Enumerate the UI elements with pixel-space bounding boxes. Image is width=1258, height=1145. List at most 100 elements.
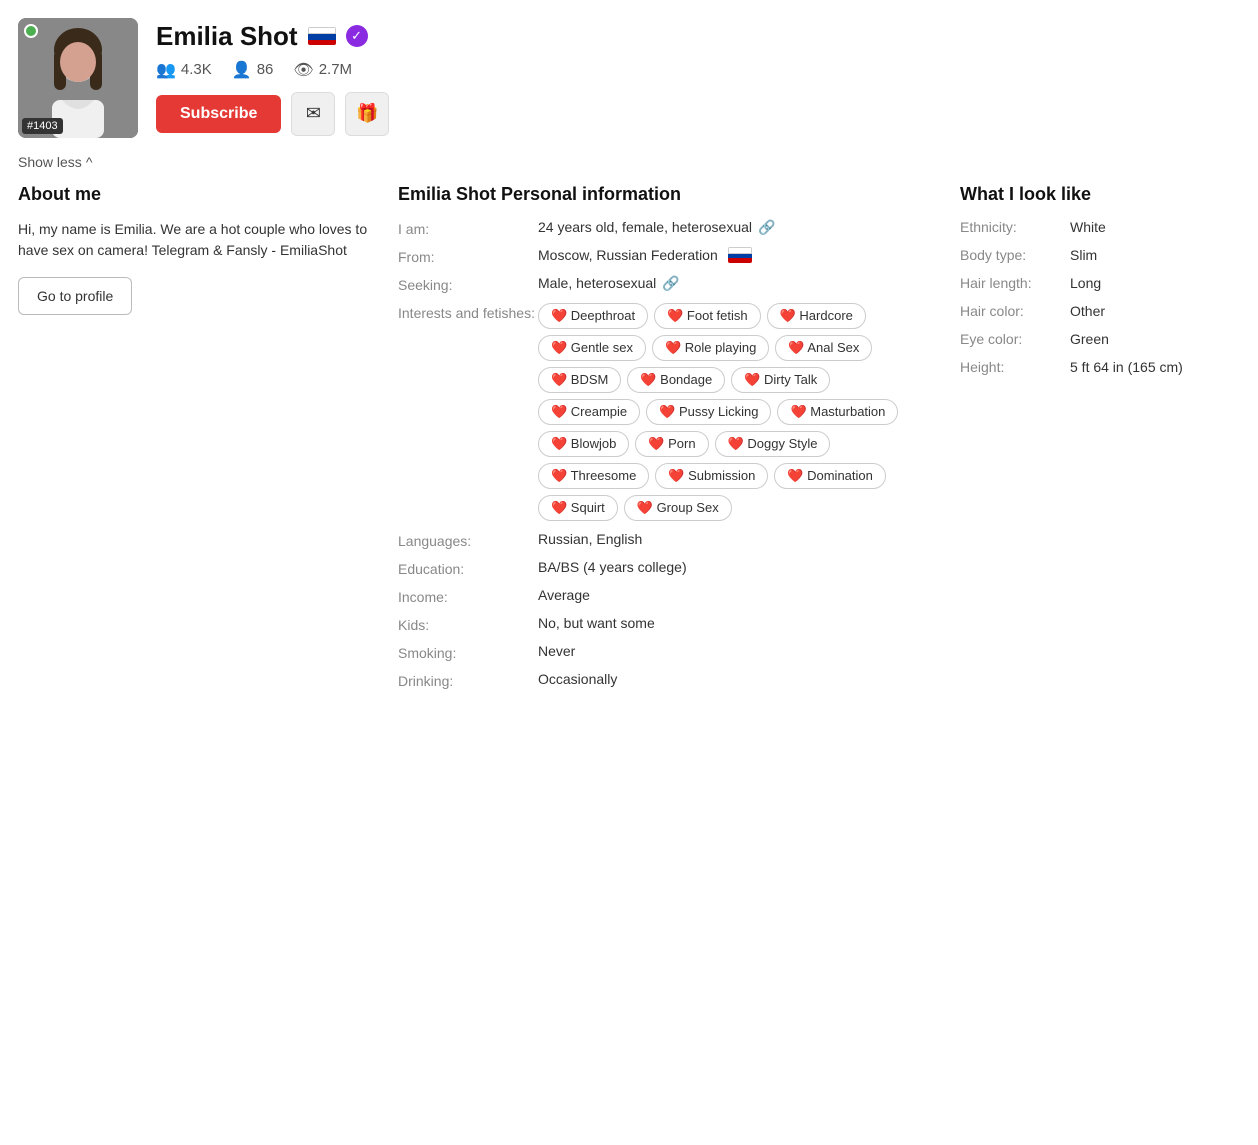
personal-section: Emilia Shot Personal information I am: 2… (398, 184, 960, 699)
kids-label: Kids: (398, 615, 538, 633)
drinking-label: Drinking: (398, 671, 538, 689)
avatar-wrap: #1403 (18, 18, 138, 138)
about-title: About me (18, 184, 368, 205)
show-less-button[interactable]: Show less ^ (0, 148, 1258, 184)
ethnicity-label: Ethnicity: (960, 219, 1070, 235)
profile-name: Emilia Shot (156, 21, 298, 52)
body-type-row: Body type: Slim (960, 247, 1240, 263)
fetish-tag: ❤️ Gentle sex (538, 335, 646, 361)
chevron-up-icon: ^ (86, 154, 93, 170)
fetish-tag: ❤️ Anal Sex (775, 335, 872, 361)
flag-russia (308, 27, 336, 45)
fetish-tag: ❤️ BDSM (538, 367, 621, 393)
profile-header: #1403 Emilia Shot ✓ 👥 4.3K 👤 86 👁 2.7M (0, 0, 1258, 148)
hair-length-value: Long (1070, 275, 1101, 291)
languages-value: Russian, English (538, 531, 930, 547)
fetish-tag: ❤️ Hardcore (767, 303, 866, 329)
fetish-tag: ❤️ Porn (635, 431, 708, 457)
following-stat: 👤 86 (232, 60, 274, 80)
i-am-value: 24 years old, female, heterosexual 🔗 (538, 219, 930, 236)
about-text: Hi, my name is Emilia. We are a hot coup… (18, 219, 368, 261)
fetish-tag: ❤️ Threesome (538, 463, 649, 489)
followers-icon: 👥 (156, 60, 176, 80)
ethnicity-row: Ethnicity: White (960, 219, 1240, 235)
fetish-tag: ❤️ Doggy Style (715, 431, 831, 457)
eye-color-row: Eye color: Green (960, 331, 1240, 347)
fetish-tag: ❤️ Submission (655, 463, 768, 489)
personal-info-table: I am: 24 years old, female, heterosexual… (398, 219, 930, 689)
link-icon: 🔗 (758, 219, 775, 236)
hair-color-value: Other (1070, 303, 1105, 319)
height-label: Height: (960, 359, 1070, 375)
verified-badge: ✓ (346, 25, 368, 47)
kids-row: Kids: No, but want some (398, 615, 930, 633)
education-label: Education: (398, 559, 538, 577)
about-section: About me Hi, my name is Emilia. We are a… (18, 184, 398, 699)
hair-length-label: Hair length: (960, 275, 1070, 291)
fetish-tag: ❤️ Role playing (652, 335, 769, 361)
eye-color-label: Eye color: (960, 331, 1070, 347)
seeking-label: Seeking: (398, 275, 538, 293)
fetish-tag: ❤️ Masturbation (777, 399, 898, 425)
fetish-tag: ❤️ Squirt (538, 495, 618, 521)
from-value: Moscow, Russian Federation (538, 247, 930, 263)
looks-section: What I look like Ethnicity: White Body t… (960, 184, 1240, 699)
smoking-value: Never (538, 643, 930, 659)
looks-table: Ethnicity: White Body type: Slim Hair le… (960, 219, 1240, 375)
ethnicity-value: White (1070, 219, 1106, 235)
income-row: Income: Average (398, 587, 930, 605)
from-row: From: Moscow, Russian Federation (398, 247, 930, 265)
drinking-row: Drinking: Occasionally (398, 671, 930, 689)
fetish-tag: ❤️ Foot fetish (654, 303, 761, 329)
seeking-value: Male, heterosexual 🔗 (538, 275, 930, 292)
education-value: BA/BS (4 years college) (538, 559, 930, 575)
profile-name-row: Emilia Shot ✓ (156, 21, 1240, 52)
views-stat: 👁 2.7M (293, 60, 352, 80)
fetish-tag: ❤️ Dirty Talk (731, 367, 830, 393)
education-row: Education: BA/BS (4 years college) (398, 559, 930, 577)
fetish-tag: ❤️ Deepthroat (538, 303, 648, 329)
fetish-tag: ❤️ Domination (774, 463, 886, 489)
followers-stat: 👥 4.3K (156, 60, 212, 80)
eye-color-value: Green (1070, 331, 1109, 347)
i-am-label: I am: (398, 219, 538, 237)
profile-info: Emilia Shot ✓ 👥 4.3K 👤 86 👁 2.7M (156, 21, 1240, 136)
body-type-label: Body type: (960, 247, 1070, 263)
gift-button[interactable]: 🎁 (345, 92, 389, 136)
following-count: 86 (257, 61, 274, 78)
following-icon: 👤 (232, 60, 252, 80)
main-content: About me Hi, my name is Emilia. We are a… (0, 184, 1258, 699)
fetish-tags: ❤️ Deepthroat❤️ Foot fetish❤️ Hardcore ❤️… (538, 303, 930, 521)
seeking-row: Seeking: Male, heterosexual 🔗 (398, 275, 930, 293)
avatar-badge: #1403 (22, 118, 63, 134)
looks-title: What I look like (960, 184, 1240, 205)
views-icon: 👁 (293, 60, 313, 80)
drinking-value: Occasionally (538, 671, 930, 687)
subscribe-button[interactable]: Subscribe (156, 95, 281, 133)
languages-row: Languages: Russian, English (398, 531, 930, 549)
income-label: Income: (398, 587, 538, 605)
i-am-row: I am: 24 years old, female, heterosexual… (398, 219, 930, 237)
body-type-value: Slim (1070, 247, 1097, 263)
height-value: 5 ft 64 in (165 cm) (1070, 359, 1183, 375)
smoking-row: Smoking: Never (398, 643, 930, 661)
actions-row: Subscribe ✉ 🎁 (156, 92, 1240, 136)
go-to-profile-button[interactable]: Go to profile (18, 277, 132, 315)
online-indicator (24, 24, 38, 38)
fetish-tag: ❤️ Pussy Licking (646, 399, 771, 425)
hair-length-row: Hair length: Long (960, 275, 1240, 291)
fetish-tag: ❤️ Creampie (538, 399, 640, 425)
fetish-tag: ❤️ Group Sex (624, 495, 732, 521)
interests-value: ❤️ Deepthroat❤️ Foot fetish❤️ Hardcore ❤️… (538, 303, 930, 521)
hair-color-label: Hair color: (960, 303, 1070, 319)
flag-russia-from (728, 247, 752, 263)
fetish-tag: ❤️ Blowjob (538, 431, 629, 457)
message-button[interactable]: ✉ (291, 92, 335, 136)
from-label: From: (398, 247, 538, 265)
followers-count: 4.3K (181, 61, 212, 78)
personal-title: Emilia Shot Personal information (398, 184, 930, 205)
hair-color-row: Hair color: Other (960, 303, 1240, 319)
kids-value: No, but want some (538, 615, 930, 631)
views-count: 2.7M (319, 61, 352, 78)
income-value: Average (538, 587, 930, 603)
